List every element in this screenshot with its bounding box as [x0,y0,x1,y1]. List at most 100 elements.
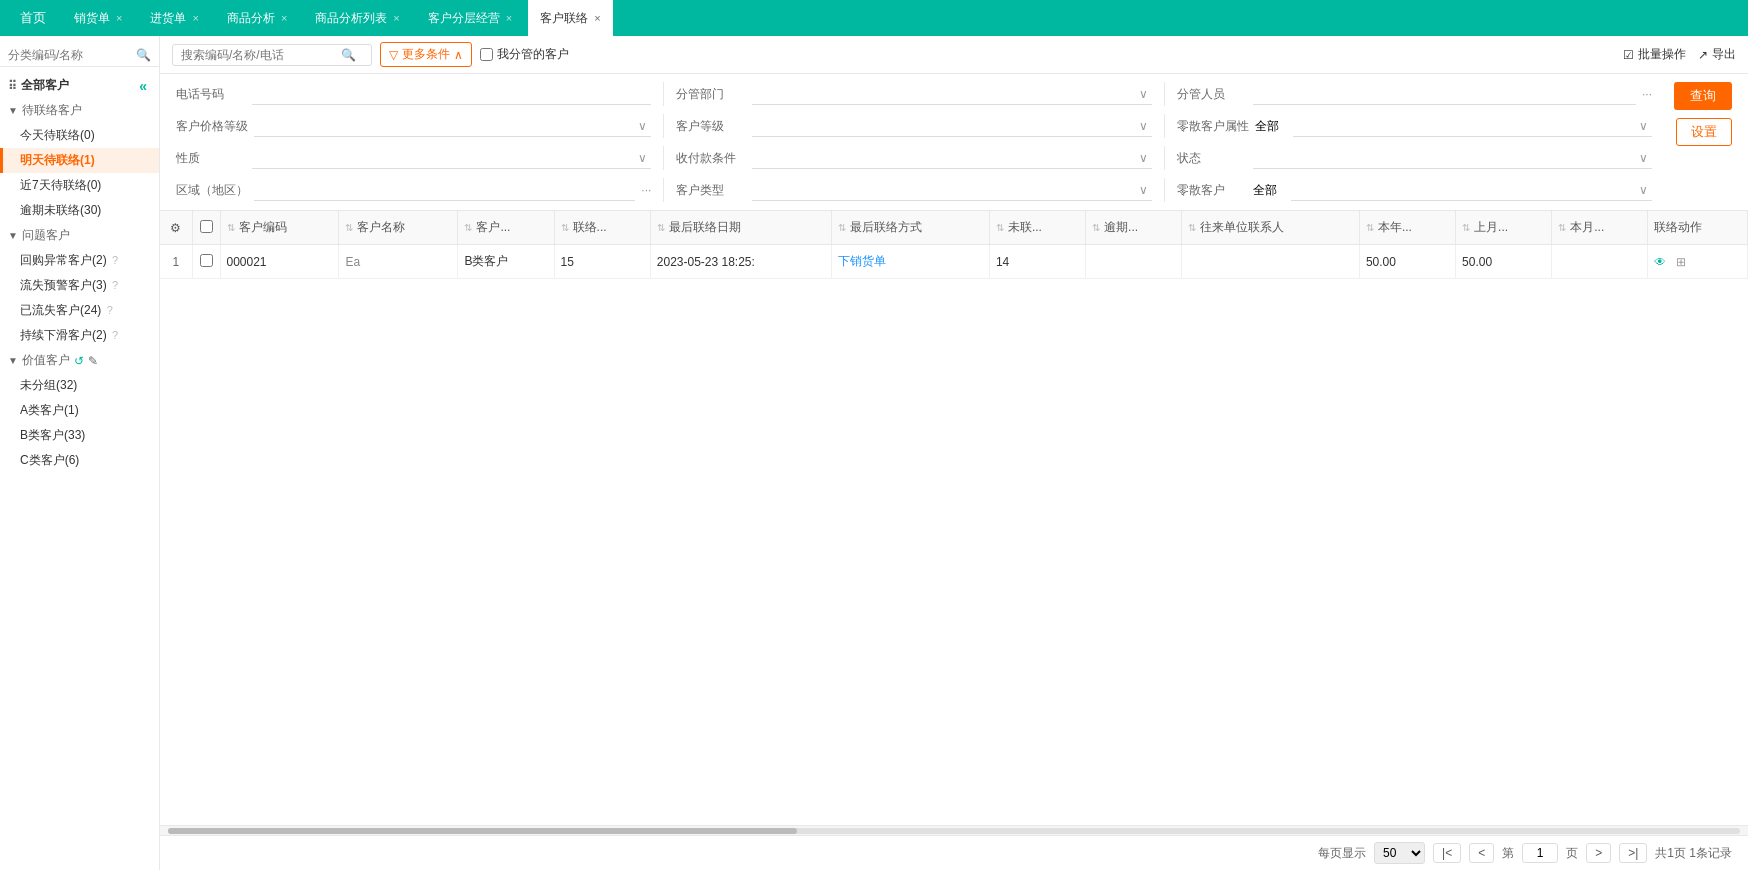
cell-checkbox[interactable] [192,245,220,279]
cell-action: 👁 ⊞ [1648,245,1748,279]
person-more-icon[interactable]: ··· [1642,87,1652,101]
nav-customer-contact[interactable]: 客户联络 × [528,0,612,36]
nature-label: 性质 [176,150,246,167]
close-analysis-table-icon[interactable]: × [393,12,399,24]
nav-sales[interactable]: 销货单 × [62,0,134,36]
divider-2 [1164,82,1165,106]
horizontal-scrollbar[interactable] [168,828,1740,834]
sidebar-item-week7[interactable]: 近7天待联络(0) [0,173,159,198]
sidebar-item-today[interactable]: 今天待联络(0) [0,123,159,148]
th-code[interactable]: ⇅客户编码 [220,211,339,245]
nav-customer-mgmt[interactable]: 客户分层经营 × [416,0,524,36]
cell-last-contact-method[interactable]: 下销货单 [831,245,989,279]
search-icon[interactable]: 🔍 [341,48,356,62]
query-button[interactable]: 查询 [1674,82,1732,110]
divider-3 [663,114,664,138]
sidebar-item-a-class[interactable]: A类客户(1) [0,398,159,423]
more-filter-button[interactable]: ▽ 更多条件 ∧ [380,42,472,67]
nature-select[interactable] [252,148,651,168]
retail-customer-select-wrap: ∨ [1291,180,1652,201]
export-icon: ↗ [1698,48,1708,62]
last-contact-method-link[interactable]: 下销货单 [838,254,886,268]
prev-page-button[interactable]: < [1469,843,1494,863]
sidebar-search-icon[interactable]: 🔍 [136,48,151,62]
th-name[interactable]: ⇅客户名称 [339,211,458,245]
customer-type-select[interactable] [752,180,1151,200]
payment-select-wrap: ∨ [752,148,1151,169]
row-checkbox[interactable] [200,254,213,267]
nav-purchase[interactable]: 进货单 × [138,0,210,36]
region-input[interactable] [254,180,635,201]
close-sales-icon[interactable]: × [116,12,122,24]
th-settings[interactable]: ⚙ [160,211,192,245]
customer-value-select[interactable] [254,116,651,136]
nav-home[interactable]: 首页 [8,0,58,36]
first-page-button[interactable]: |< [1433,843,1461,863]
retail-attr-select[interactable] [1293,116,1652,136]
all-customers-title[interactable]: ⠿ 全部客户 « [0,73,159,98]
sidebar-item-lost-pending[interactable]: 流失预警客户(3) ? [0,273,159,298]
sidebar-item-downtrend[interactable]: 持续下滑客户(2) ? [0,323,159,348]
sidebar-item-c-class[interactable]: C类客户(6) [0,448,159,473]
th-last-contact-method[interactable]: ⇅最后联络方式 [831,211,989,245]
close-purchase-icon[interactable]: × [192,12,198,24]
search-input[interactable] [181,48,341,62]
th-last-contact-date[interactable]: ⇅最后联络日期 [650,211,831,245]
sidebar-item-repurchase[interactable]: 回购异常客户(2) ? [0,248,159,273]
next-page-button[interactable]: > [1586,843,1611,863]
th-type[interactable]: ⇅客户... [458,211,554,245]
problem-group-label: ▼ 问题客户 [0,223,159,248]
region-more-icon[interactable]: ··· [641,183,651,197]
sidebar-search-input[interactable] [8,48,136,62]
batch-op-button[interactable]: ☑ 批量操作 [1623,46,1686,63]
retail-customer-select[interactable] [1291,180,1652,200]
page-input[interactable]: 1 [1522,843,1558,863]
dept-select[interactable] [752,84,1151,104]
th-past-contacts[interactable]: ⇅往来单位联系人 [1182,211,1360,245]
settings-icon[interactable]: ⚙ [170,221,181,235]
action-eye-icon[interactable]: 👁 [1654,255,1666,269]
sidebar-item-ungrouped[interactable]: 未分组(32) [0,373,159,398]
sidebar-item-lost[interactable]: 已流失客户(24) ? [0,298,159,323]
table-wrap: ⚙ ⇅客户编码 ⇅客户名称 ⇅客户... [160,211,1748,825]
th-contact[interactable]: ⇅联络... [554,211,650,245]
nav-analysis[interactable]: 商品分析 × [215,0,299,36]
payment-label: 收付款条件 [676,150,746,167]
th-overdue[interactable]: ⇅逾期... [1086,211,1182,245]
select-all-checkbox[interactable] [200,220,213,233]
collapse-icon[interactable]: « [135,78,151,94]
my-customers-checkbox-label[interactable]: 我分管的客户 [480,46,569,63]
dept-select-wrap: ∨ [752,84,1151,105]
customer-table: ⚙ ⇅客户编码 ⇅客户名称 ⇅客户... [160,211,1748,279]
sidebar-item-overdue[interactable]: 逾期未联络(30) [0,198,159,223]
sort-icon-9: ⇅ [1188,222,1196,233]
th-this-month[interactable]: ⇅本月... [1552,211,1648,245]
cell-past-contacts [1182,245,1360,279]
customer-level-select[interactable] [752,116,1151,136]
th-last-month[interactable]: ⇅上月... [1456,211,1552,245]
close-customer-mgmt-icon[interactable]: × [506,12,512,24]
sort-icon-10: ⇅ [1366,222,1374,233]
sidebar-item-b-class[interactable]: B类客户(33) [0,423,159,448]
my-customers-checkbox[interactable] [480,48,493,61]
set-button[interactable]: 设置 [1676,118,1732,146]
customer-value-select-wrap: ∨ [254,116,651,137]
phone-input[interactable] [252,84,651,105]
filter-row-1: 电话号码 分管部门 ∨ 分管人员 [176,82,1652,106]
nav-analysis-table[interactable]: 商品分析列表 × [303,0,411,36]
close-customer-contact-icon[interactable]: × [594,12,600,24]
export-button[interactable]: ↗ 导出 [1698,46,1736,63]
th-checkbox[interactable] [192,211,220,245]
payment-select[interactable] [752,148,1151,168]
page-size-select[interactable]: 50 100 [1374,842,1425,864]
filter-row-4: 区域（地区） ··· 客户类型 ∨ [176,178,1652,202]
status-select[interactable] [1253,148,1652,168]
close-analysis-icon[interactable]: × [281,12,287,24]
action-grid-icon[interactable]: ⊞ [1676,255,1686,269]
th-uncontacted[interactable]: ⇅未联... [989,211,1085,245]
last-page-button[interactable]: >| [1619,843,1647,863]
filter-person: 分管人员 ··· [1177,84,1652,105]
sidebar-item-tomorrow[interactable]: 明天待联络(1) [0,148,159,173]
th-year-amount[interactable]: ⇅本年... [1359,211,1455,245]
person-input[interactable] [1253,84,1636,105]
